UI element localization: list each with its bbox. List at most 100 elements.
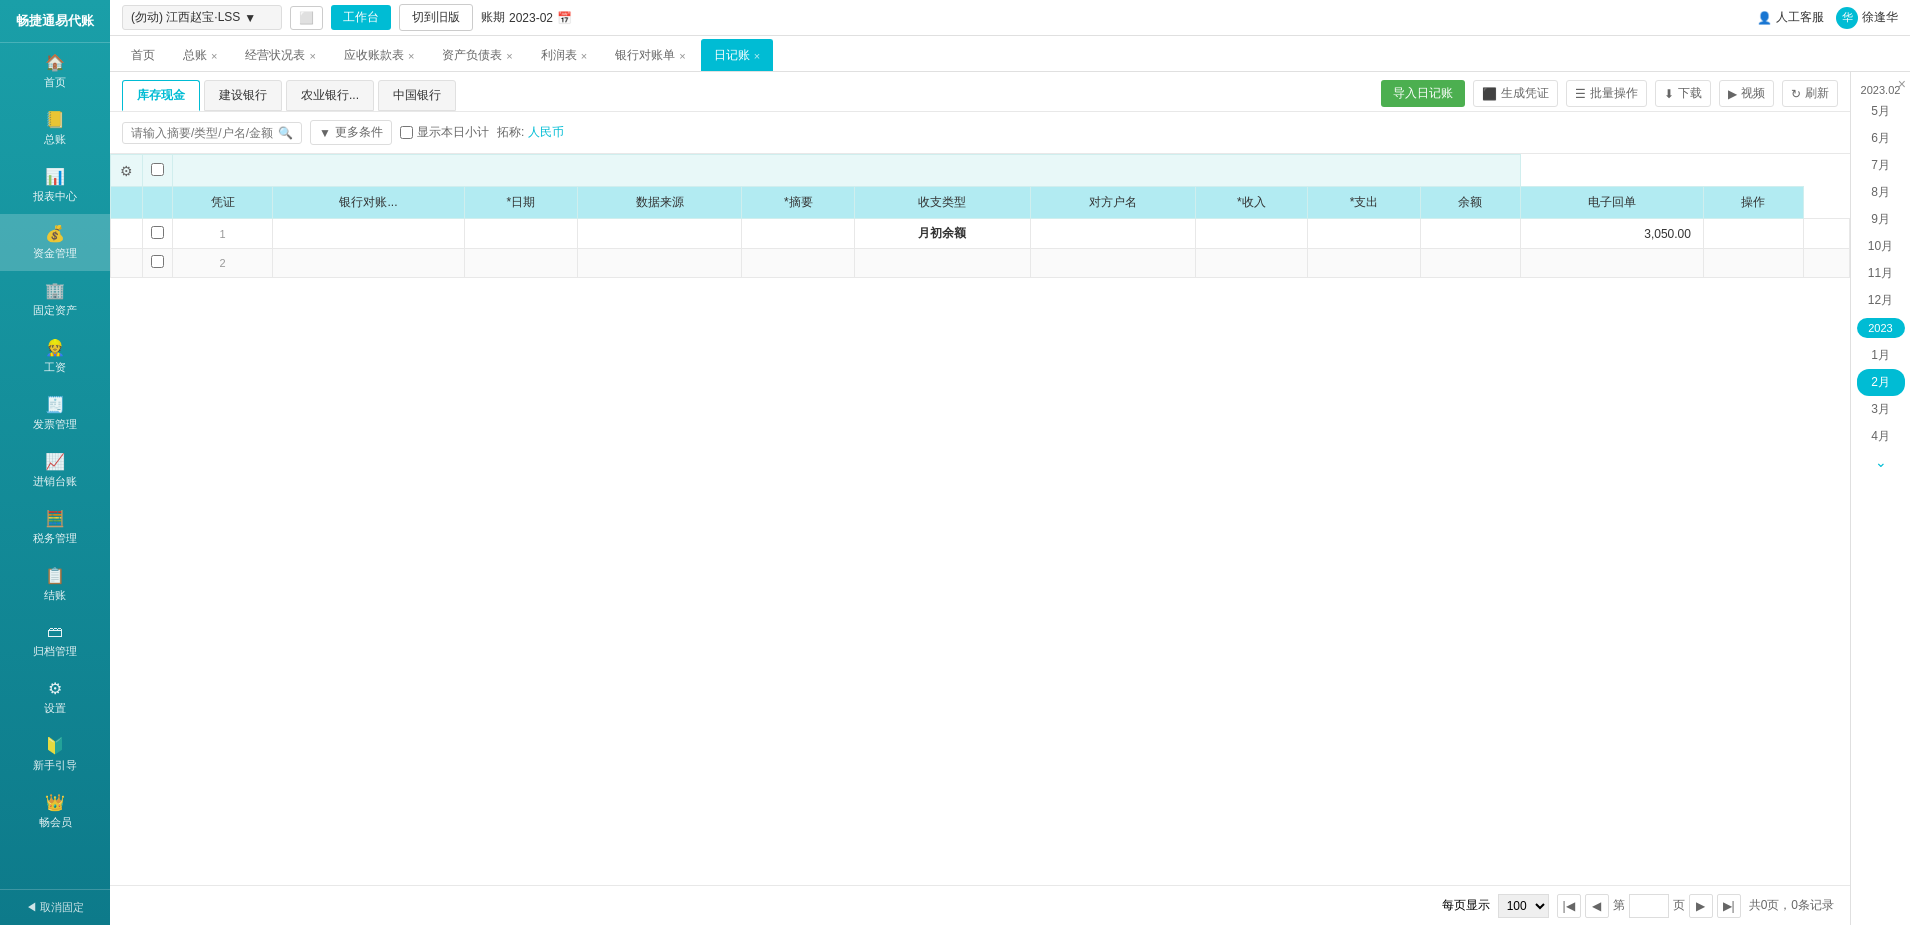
batch-op-button[interactable]: ☰ 批量操作 [1566, 80, 1647, 107]
sidebar-item-tax[interactable]: 🧮 税务管理 [0, 499, 110, 556]
next-page-button[interactable]: ▶ [1689, 894, 1713, 918]
date-month-1[interactable]: 1月 [1857, 342, 1905, 369]
last-page-button[interactable]: ▶| [1717, 894, 1741, 918]
per-page-select[interactable]: 100 50 200 [1498, 894, 1549, 918]
col-operation: 操作 [1703, 187, 1803, 219]
sidebar-item-sales[interactable]: 📈 进销台账 [0, 442, 110, 499]
support-link[interactable]: 👤 人工客服 [1757, 9, 1824, 26]
sidebar-label-sales: 进销台账 [33, 474, 77, 489]
daily-total-checkbox-label[interactable]: 显示本日小计 [400, 124, 489, 141]
row2-settings [111, 249, 143, 278]
tab-bank-statement-close[interactable]: × [679, 50, 685, 62]
bank-tab-construction[interactable]: 建设银行 [204, 80, 282, 111]
switch-old-button[interactable]: 切到旧版 [399, 4, 473, 31]
workbench-button[interactable]: 工作台 [331, 5, 391, 30]
daily-total-checkbox[interactable] [400, 126, 413, 139]
date-month-3[interactable]: 3月 [1857, 396, 1905, 423]
tab-receivable-close[interactable]: × [408, 50, 414, 62]
col-bank-reconcile: 银行对账... [273, 187, 465, 219]
tab-profit-close[interactable]: × [581, 50, 587, 62]
date-month-12[interactable]: 12月 [1857, 287, 1905, 314]
row1-settings [111, 219, 143, 249]
sidebar-item-vip[interactable]: 👑 畅会员 [0, 783, 110, 840]
tab-balance-sheet[interactable]: 资产负债表 × [429, 39, 525, 71]
search-box[interactable]: 🔍 [122, 122, 302, 144]
date-month-8[interactable]: 8月 [1857, 179, 1905, 206]
copy-icon-btn[interactable]: ⬜ [290, 6, 323, 30]
row2-checkbox[interactable] [143, 249, 173, 278]
date-month-5[interactable]: 5月 [1857, 98, 1905, 125]
user-menu[interactable]: 华 徐逢华 [1836, 7, 1898, 29]
download-label: 下载 [1678, 85, 1702, 102]
tab-home[interactable]: 首页 [118, 39, 168, 71]
calendar-icon[interactable]: 📅 [557, 11, 572, 25]
page-input[interactable]: 1 [1629, 894, 1669, 918]
tab-journal-close[interactable]: × [754, 50, 760, 62]
first-page-button[interactable]: |◀ [1557, 894, 1581, 918]
tab-profit[interactable]: 利润表 × [528, 39, 600, 71]
sidebar-item-home[interactable]: 🏠 首页 [0, 43, 110, 100]
period-value: 2023-02 [509, 11, 553, 25]
sidebar-item-assets[interactable]: 🏢 固定资产 [0, 271, 110, 328]
row1-checkbox[interactable] [143, 219, 173, 249]
tab-journal[interactable]: 日记账 × [701, 39, 773, 71]
sidebar-item-guide[interactable]: 🔰 新手引导 [0, 726, 110, 783]
table-settings-icon[interactable]: ⚙ [120, 163, 133, 179]
date-month-11[interactable]: 11月 [1857, 260, 1905, 287]
col-summary: *摘要 [742, 187, 855, 219]
refresh-button[interactable]: ↻ 刷新 [1782, 80, 1838, 107]
filter-button[interactable]: ▼ 更多条件 [310, 120, 392, 145]
bank-tab-cash[interactable]: 库存现金 [122, 80, 200, 111]
sidebar-item-finance[interactable]: 💰 资金管理 [0, 214, 110, 271]
guide-icon: 🔰 [45, 736, 65, 755]
date-month-9[interactable]: 9月 [1857, 206, 1905, 233]
sidebar-label-vip: 畅会员 [39, 815, 72, 830]
download-button[interactable]: ⬇ 下载 [1655, 80, 1711, 107]
col-counterpart: 对方户名 [1030, 187, 1195, 219]
generate-voucher-button[interactable]: ⬛ 生成凭证 [1473, 80, 1558, 107]
date-month-10[interactable]: 10月 [1857, 233, 1905, 260]
date-month-2-active[interactable]: 2月 [1857, 369, 1905, 396]
sidebar-label-finance: 资金管理 [33, 246, 77, 261]
date-panel-down-nav[interactable]: ⌄ [1871, 450, 1891, 474]
video-button[interactable]: ▶ 视频 [1719, 80, 1774, 107]
date-month-4[interactable]: 4月 [1857, 423, 1905, 450]
row1-bank-reconcile [464, 219, 577, 249]
currency-value[interactable]: 人民币 [528, 124, 564, 141]
date-month-7[interactable]: 7月 [1857, 152, 1905, 179]
tab-ledger-close[interactable]: × [211, 50, 217, 62]
bank-tab-china[interactable]: 中国银行 [378, 80, 456, 111]
year-2023-badge[interactable]: 2023 [1857, 318, 1905, 338]
import-journal-button[interactable]: 导入日记账 [1381, 80, 1465, 107]
unpin-sidebar[interactable]: ◀ 取消固定 [0, 889, 110, 925]
sidebar-item-archive[interactable]: 🗃 归档管理 [0, 613, 110, 669]
sidebar-item-settings[interactable]: ⚙ 设置 [0, 669, 110, 726]
row2-ereceipt [1703, 249, 1803, 278]
select-all-checkbox[interactable] [151, 163, 164, 176]
tab-receivable[interactable]: 应收账款表 × [331, 39, 427, 71]
ledger-icon: 📒 [45, 110, 65, 129]
refresh-icon: ↻ [1791, 87, 1801, 101]
row1-counterpart [1195, 219, 1308, 249]
tab-bank-statement[interactable]: 银行对账单 × [602, 39, 698, 71]
generate-voucher-label: 生成凭证 [1501, 85, 1549, 102]
row1-expense [1420, 219, 1520, 249]
company-selector[interactable]: (勿动) 江西赵宝·LSS ▼ [122, 5, 282, 30]
tab-operation[interactable]: 经营状况表 × [232, 39, 328, 71]
sidebar-item-ledger[interactable]: 📒 总账 [0, 100, 110, 157]
date-month-6[interactable]: 6月 [1857, 125, 1905, 152]
sidebar-item-invoice[interactable]: 🧾 发票管理 [0, 385, 110, 442]
tab-ledger[interactable]: 总账 × [170, 39, 230, 71]
prev-page-button[interactable]: ◀ [1585, 894, 1609, 918]
close-date-panel[interactable]: × [1898, 76, 1906, 92]
tab-operation-close[interactable]: × [309, 50, 315, 62]
search-input[interactable] [131, 126, 274, 140]
tab-bank-statement-label: 银行对账单 [615, 47, 675, 64]
tab-balance-sheet-close[interactable]: × [506, 50, 512, 62]
bank-tab-agriculture[interactable]: 农业银行... [286, 80, 374, 111]
sidebar-item-closing[interactable]: 📋 结账 [0, 556, 110, 613]
app-logo: 畅捷通易代账 [0, 0, 110, 43]
sidebar-item-reports[interactable]: 📊 报表中心 [0, 157, 110, 214]
row1-ereceipt [1703, 219, 1803, 249]
sidebar-item-salary[interactable]: 👷 工资 [0, 328, 110, 385]
